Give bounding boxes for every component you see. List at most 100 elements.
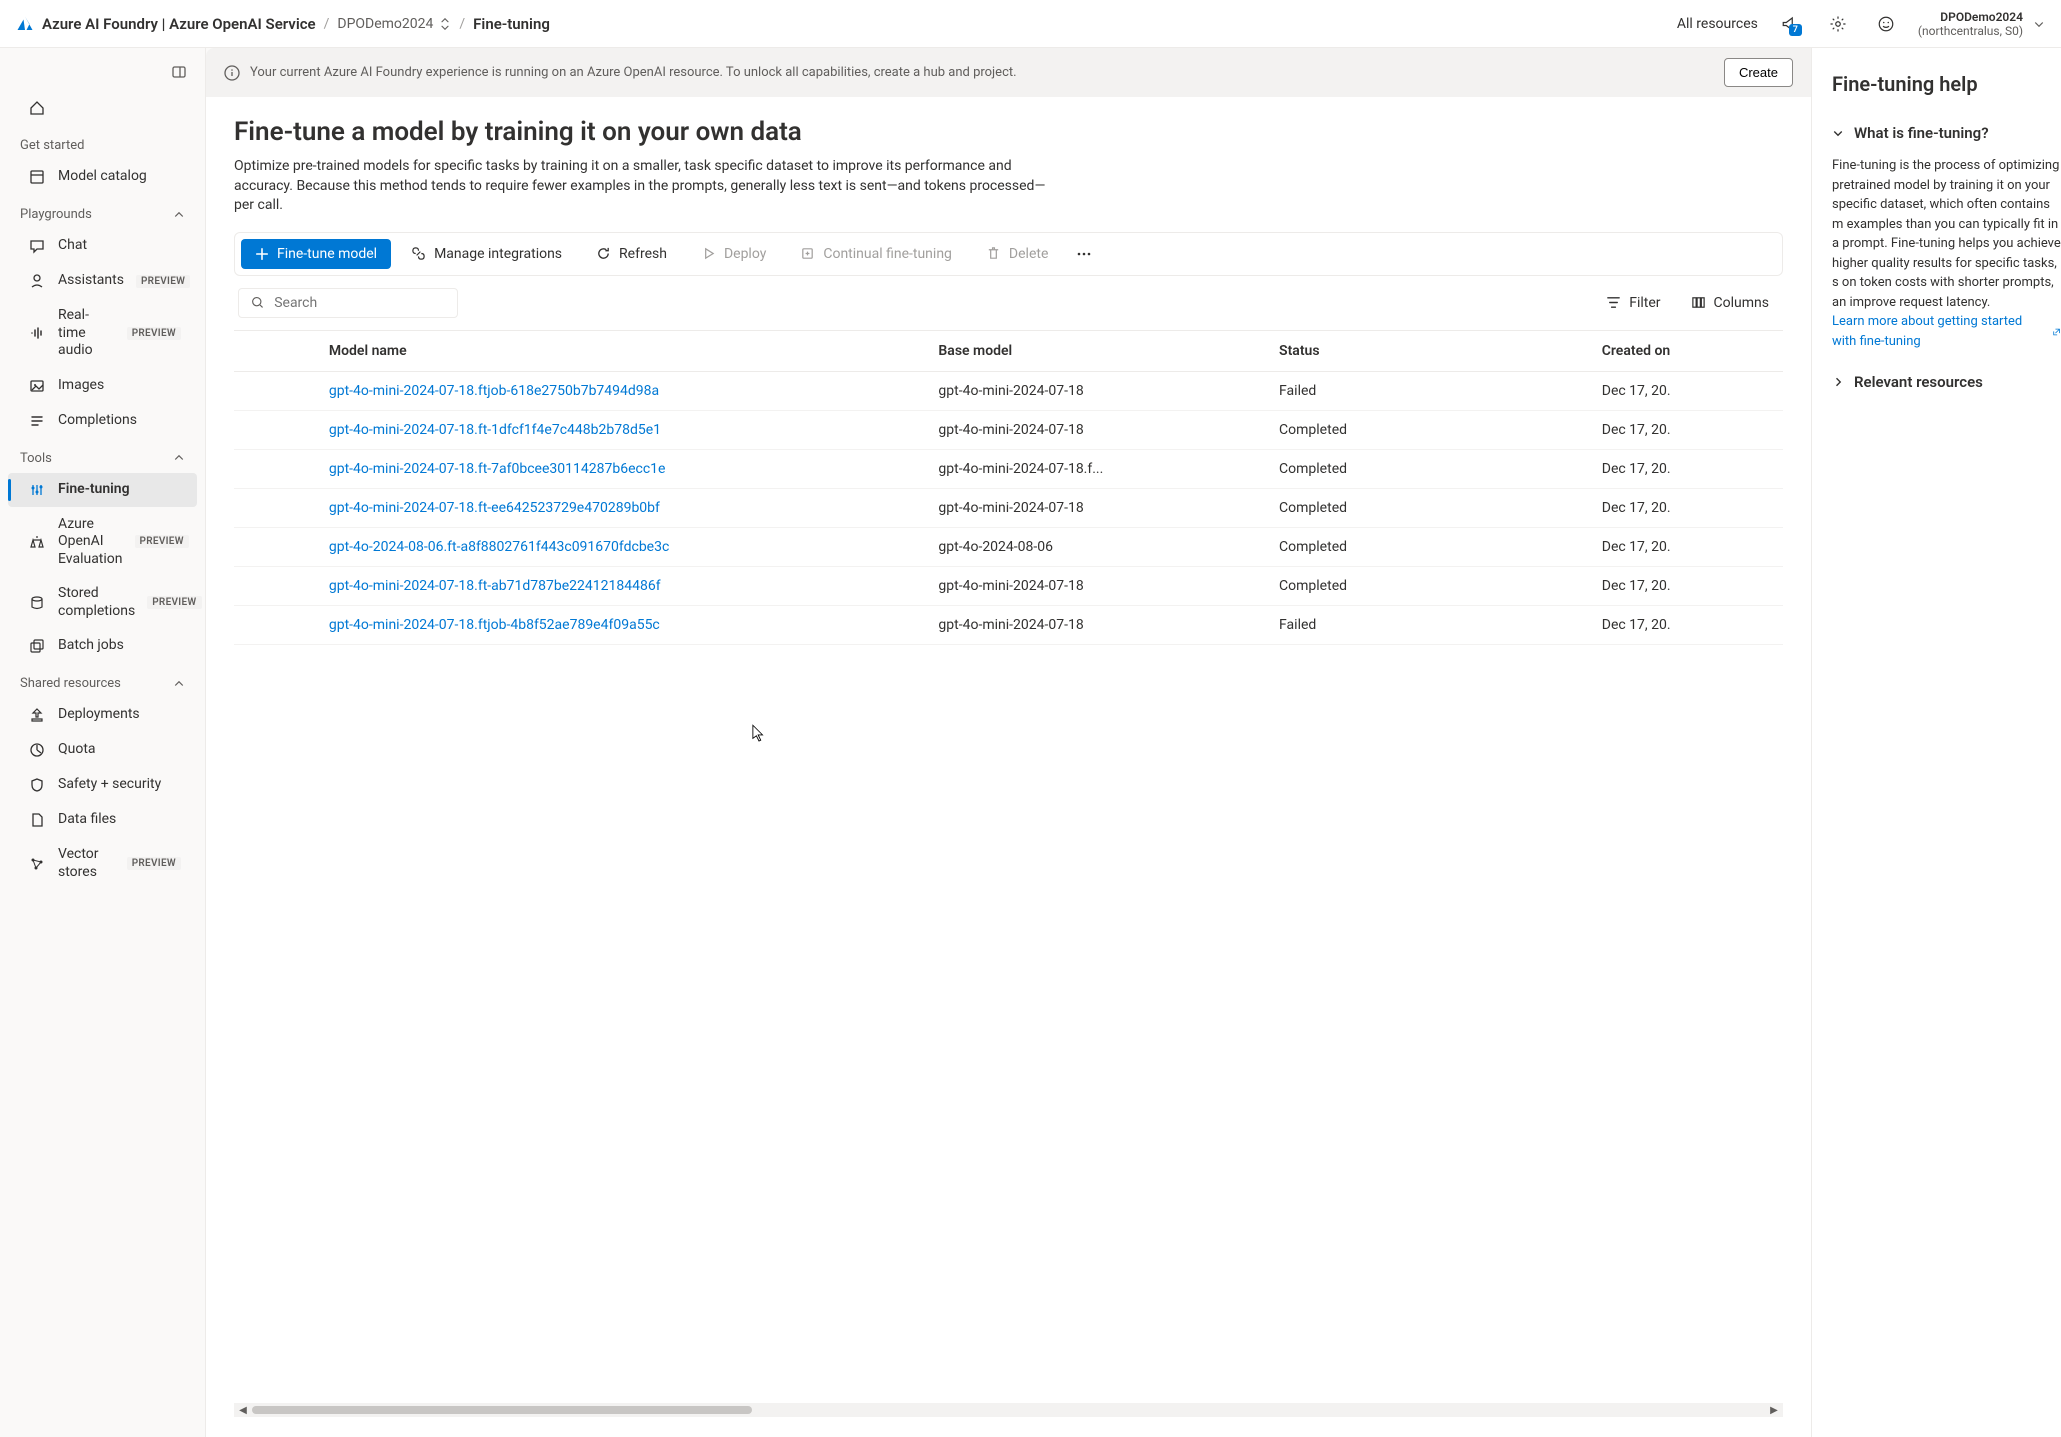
col-created-on[interactable]: Created on — [1586, 331, 1783, 372]
chevron-right-icon — [1832, 376, 1844, 388]
sidebar-item-safety[interactable]: Safety + security — [8, 768, 197, 802]
sidebar-item-evaluation[interactable]: Azure OpenAI Evaluation PREVIEW — [8, 508, 197, 577]
table-row[interactable]: gpt-4o-mini-2024-07-18.ft-ab71d787be2241… — [234, 566, 1783, 605]
banner-text: Your current Azure AI Foundry experience… — [250, 65, 1017, 80]
col-status[interactable]: Status — [1263, 331, 1586, 372]
row-select-cell[interactable] — [234, 449, 313, 488]
model-name-link[interactable]: gpt-4o-mini-2024-07-18.ft-1dfcf1f4e7c448… — [329, 422, 907, 438]
sidebar-item-realtime-audio[interactable]: Real-time audio PREVIEW — [8, 299, 197, 368]
toolbar: Fine-tune model Manage integrations Refr… — [234, 232, 1783, 276]
horizontal-scrollbar[interactable]: ◀ ▶ — [234, 1403, 1783, 1417]
model-name-link[interactable]: gpt-4o-2024-08-06.ft-a8f8802761f443c0916… — [329, 539, 907, 555]
created-on-cell: Dec 17, 20. — [1586, 449, 1783, 488]
row-select-cell[interactable] — [234, 371, 313, 410]
all-resources-link[interactable]: All resources — [1677, 16, 1758, 32]
table-row[interactable]: gpt-4o-2024-08-06.ft-a8f8802761f443c0916… — [234, 527, 1783, 566]
trash-icon — [986, 246, 1001, 261]
breadcrumb-sep: / — [459, 16, 465, 32]
created-on-cell: Dec 17, 20. — [1586, 371, 1783, 410]
sidebar-item-assistants[interactable]: Assistants PREVIEW — [8, 264, 197, 298]
sidebar-item-chat[interactable]: Chat — [8, 229, 197, 263]
swap-icon — [439, 18, 451, 30]
col-model-name[interactable]: Model name — [313, 331, 923, 372]
nav-label: Assistants — [58, 272, 124, 290]
select-all-column[interactable] — [234, 331, 313, 372]
announcements-button[interactable]: 7 — [1774, 8, 1806, 40]
sidebar-item-deployments[interactable]: Deployments — [8, 698, 197, 732]
resource-name: DPODemo2024 — [1940, 10, 2023, 24]
sidebar-item-batch-jobs[interactable]: Batch jobs — [8, 629, 197, 663]
sidebar-item-data-files[interactable]: Data files — [8, 803, 197, 837]
create-project-button[interactable]: Create — [1724, 58, 1793, 87]
created-on-cell: Dec 17, 20. — [1586, 488, 1783, 527]
sidebar-section-get-started[interactable]: Get started — [0, 126, 205, 159]
accordion-relevant-resources[interactable]: Relevant resources — [1832, 365, 2061, 399]
help-body: Fine-tuning is the process of optimizing… — [1832, 150, 2061, 365]
row-select-cell[interactable] — [234, 605, 313, 644]
learn-more-link[interactable]: Learn more about getting started with fi… — [1832, 312, 2061, 351]
row-select-cell[interactable] — [234, 527, 313, 566]
row-select-cell[interactable] — [234, 488, 313, 527]
model-name-link[interactable]: gpt-4o-mini-2024-07-18.ftjob-4b8f52ae789… — [329, 617, 907, 633]
sidebar-item-quota[interactable]: Quota — [8, 733, 197, 767]
filter-button[interactable]: Filter — [1596, 289, 1670, 317]
feedback-button[interactable] — [1870, 8, 1902, 40]
status-cell: Completed — [1263, 410, 1586, 449]
resource-selector[interactable]: DPODemo2024 (northcentralus, S0) — [1918, 10, 2045, 38]
accordion-what-is[interactable]: What is fine-tuning? — [1832, 116, 2061, 150]
table-row[interactable]: gpt-4o-mini-2024-07-18.ft-1dfcf1f4e7c448… — [234, 410, 1783, 449]
sidebar-section-shared[interactable]: Shared resources — [0, 664, 205, 697]
breadcrumb: Azure AI Foundry | Azure OpenAI Service … — [16, 15, 1677, 33]
settings-button[interactable] — [1822, 8, 1854, 40]
table-row[interactable]: gpt-4o-mini-2024-07-18.ft-7af0bcee301142… — [234, 449, 1783, 488]
base-model-cell: gpt-4o-mini-2024-07-18 — [922, 488, 1263, 527]
nav-label: Completions — [58, 412, 181, 430]
gear-icon — [1829, 15, 1847, 33]
sidebar-item-home[interactable] — [8, 91, 197, 125]
top-header: Azure AI Foundry | Azure OpenAI Service … — [0, 0, 2061, 48]
manage-integrations-button[interactable]: Manage integrations — [397, 239, 576, 269]
continual-icon — [800, 246, 815, 261]
audio-icon — [28, 324, 46, 342]
scroll-left-icon[interactable]: ◀ — [236, 1403, 250, 1417]
row-select-cell[interactable] — [234, 410, 313, 449]
sidebar-item-completions[interactable]: Completions — [8, 404, 197, 438]
breadcrumb-brand[interactable]: Azure AI Foundry | Azure OpenAI Service — [42, 15, 316, 33]
sidebar: Get started Model catalog Playgrounds Ch… — [0, 48, 206, 1437]
sidebar-item-images[interactable]: Images — [8, 369, 197, 403]
breadcrumb-project[interactable]: DPODemo2024 — [337, 16, 451, 32]
batch-icon — [28, 637, 46, 655]
table-row[interactable]: gpt-4o-mini-2024-07-18.ftjob-4b8f52ae789… — [234, 605, 1783, 644]
sidebar-item-fine-tuning[interactable]: Fine-tuning — [8, 473, 197, 507]
base-model-cell: gpt-4o-mini-2024-07-18 — [922, 410, 1263, 449]
search-icon — [251, 295, 264, 310]
model-name-link[interactable]: gpt-4o-mini-2024-07-18.ft-ee642523729e47… — [329, 500, 907, 516]
model-name-link[interactable]: gpt-4o-mini-2024-07-18.ft-ab71d787be2241… — [329, 578, 907, 594]
columns-button[interactable]: Columns — [1681, 289, 1779, 317]
sidebar-section-playgrounds[interactable]: Playgrounds — [0, 195, 205, 228]
table-row[interactable]: gpt-4o-mini-2024-07-18.ftjob-618e2750b7b… — [234, 371, 1783, 410]
sidebar-section-tools[interactable]: Tools — [0, 439, 205, 472]
sidebar-item-vector-stores[interactable]: Vector stores PREVIEW — [8, 838, 197, 889]
col-base-model[interactable]: Base model — [922, 331, 1263, 372]
table-row[interactable]: gpt-4o-mini-2024-07-18.ft-ee642523729e47… — [234, 488, 1783, 527]
scrollbar-thumb[interactable] — [252, 1406, 752, 1414]
search-box[interactable] — [238, 288, 458, 318]
sidebar-item-stored-completions[interactable]: Stored completions PREVIEW — [8, 577, 197, 628]
row-select-cell[interactable] — [234, 566, 313, 605]
refresh-icon — [596, 246, 611, 261]
sidebar-collapse-button[interactable] — [0, 56, 205, 90]
resource-region: (northcentralus, S0) — [1918, 24, 2023, 38]
panel-collapse-icon — [171, 64, 187, 80]
nav-label: Fine-tuning — [58, 481, 181, 499]
refresh-button[interactable]: Refresh — [582, 239, 681, 269]
scroll-right-icon[interactable]: ▶ — [1767, 1403, 1781, 1417]
help-title: Fine-tuning help — [1832, 72, 2061, 96]
model-name-link[interactable]: gpt-4o-mini-2024-07-18.ft-7af0bcee301142… — [329, 461, 907, 477]
search-input[interactable] — [274, 295, 445, 311]
chevron-down-icon — [1832, 127, 1844, 139]
sidebar-item-model-catalog[interactable]: Model catalog — [8, 160, 197, 194]
model-name-link[interactable]: gpt-4o-mini-2024-07-18.ftjob-618e2750b7b… — [329, 383, 907, 399]
more-actions-button[interactable] — [1068, 239, 1100, 269]
fine-tune-model-button[interactable]: Fine-tune model — [241, 239, 391, 269]
